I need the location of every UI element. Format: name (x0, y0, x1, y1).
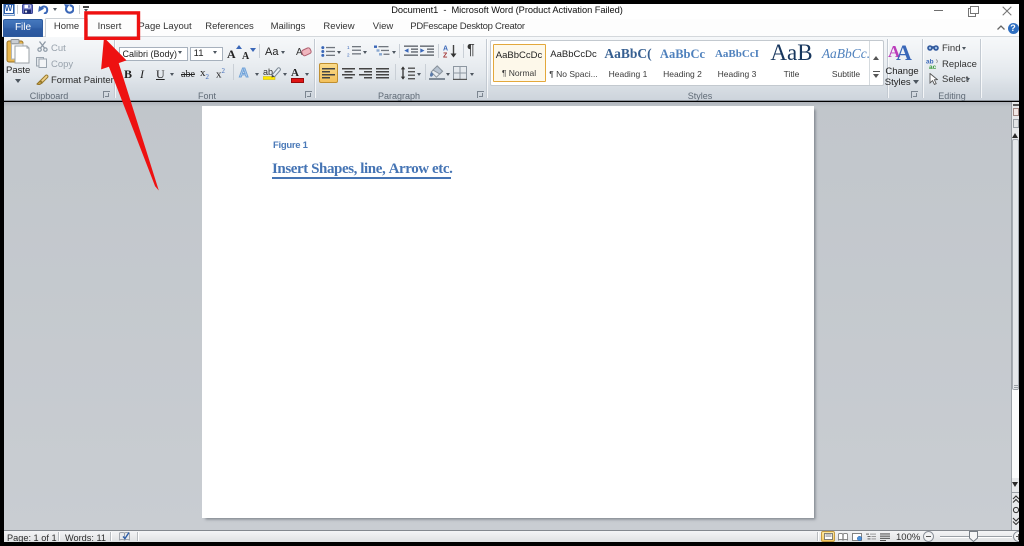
svg-text:ab: ab (263, 67, 273, 77)
svg-text:2: 2 (347, 53, 350, 58)
svg-text:Z: Z (443, 53, 448, 59)
svg-text:A: A (443, 46, 448, 53)
svg-text:1: 1 (347, 45, 350, 50)
svg-text:ac: ac (929, 64, 937, 69)
